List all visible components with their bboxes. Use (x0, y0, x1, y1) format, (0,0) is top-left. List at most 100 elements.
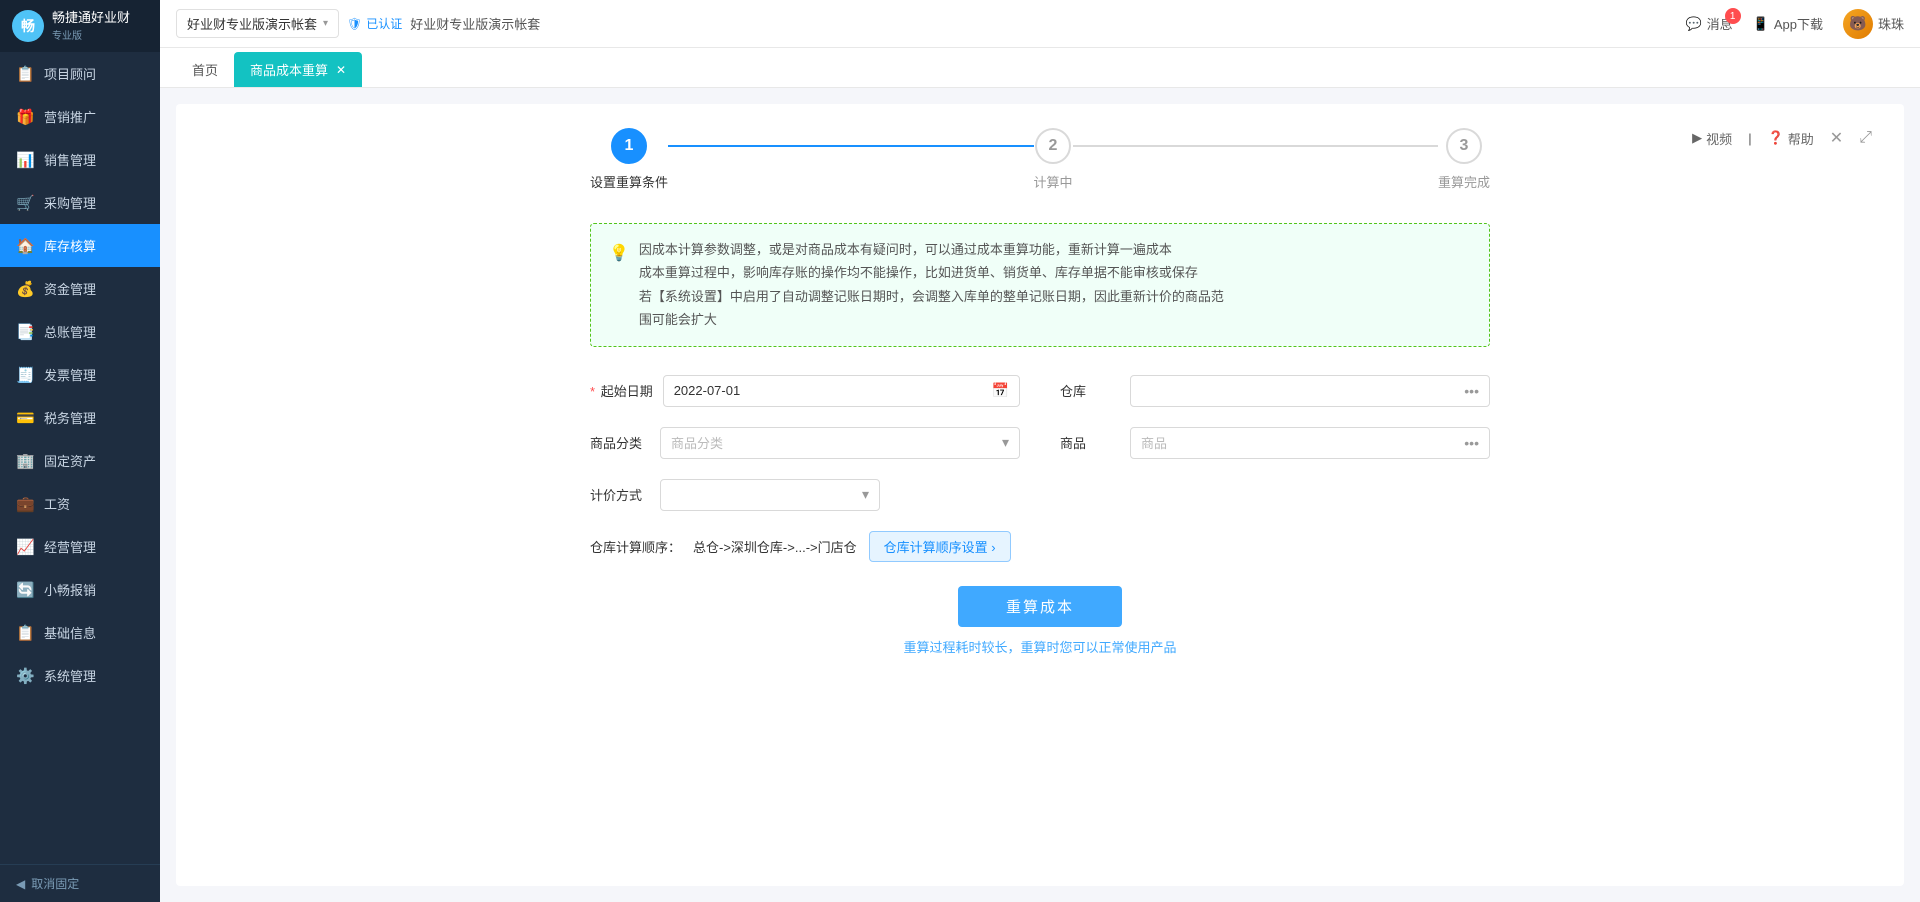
play-icon: ▶ (1692, 130, 1702, 146)
sidebar-item-sales[interactable]: 📊 销售管理 (0, 138, 160, 181)
tab-recalc[interactable]: 商品成本重算 ✕ (234, 52, 362, 87)
sidebar-item-label-system: 系统管理 (44, 666, 96, 685)
recalc-btn-label: 重算成本 (1006, 599, 1074, 616)
info-line-4: 围可能会扩大 (639, 308, 1224, 331)
expense-icon: 🔄 (16, 581, 34, 599)
warehouse-order-value: 总仓->深圳仓库->...->门店仓 (693, 537, 857, 556)
content-area: ▶ 视频 | ❓ 帮助 ✕ ⤢ 1 设置重算条件 2 (160, 88, 1920, 902)
form-row-2: 商品分类 商品分类 ▾ 商品 商品 ••• (590, 427, 1490, 459)
sidebar-item-expense[interactable]: 🔄 小畅报销 (0, 568, 160, 611)
sidebar-item-basic[interactable]: 📋 基础信息 (0, 611, 160, 654)
unpin-label: 取消固定 (31, 875, 79, 892)
pricing-row: 计价方式 ▾ (590, 479, 1490, 511)
sidebar-item-label-salary: 工资 (44, 494, 70, 513)
tax-icon: 💳 (16, 409, 34, 427)
finance-icon: 💰 (16, 280, 34, 298)
sidebar: 畅 畅捷通好业财 专业版 📋 项目顾问 🎁 营销推广 📊 销售管理 🛒 采购管理… (0, 0, 160, 902)
user-name: 珠珠 (1878, 14, 1904, 33)
info-icon: 💡 (609, 240, 629, 332)
warehouse-order-btn-label: 仓库计算顺序设置 › (884, 537, 996, 556)
tab-home[interactable]: 首页 (176, 52, 234, 87)
assets-icon: 🏢 (16, 452, 34, 470)
pricing-select[interactable]: ▾ (660, 479, 880, 511)
step-1-circle: 1 (611, 128, 647, 164)
goods-input[interactable]: 商品 ••• (1130, 427, 1490, 459)
sidebar-item-salary[interactable]: 💼 工资 (0, 482, 160, 525)
divider: | (1748, 131, 1751, 146)
category-select[interactable]: 商品分类 ▾ (660, 427, 1020, 459)
page-close-icon[interactable]: ✕ (1830, 128, 1843, 148)
step-2: 2 计算中 (1034, 128, 1073, 191)
sidebar-nav: 📋 项目顾问 🎁 营销推广 📊 销售管理 🛒 采购管理 🏠 库存核算 💰 资金管… (0, 52, 160, 864)
step-line-2 (1073, 145, 1438, 147)
app-download-action[interactable]: 📱 App下载 (1753, 14, 1823, 33)
sidebar-item-project[interactable]: 📋 项目顾问 (0, 52, 160, 95)
warehouse-field: 仓库 ••• (1060, 375, 1490, 407)
recalc-hint: 重算过程耗时较长，重算时您可以正常使用产品 (903, 637, 1176, 656)
sidebar-item-inventory[interactable]: 🏠 库存核算 (0, 224, 160, 267)
sidebar-item-system[interactable]: ⚙️ 系统管理 (0, 654, 160, 697)
page-top-actions: ▶ 视频 | ❓ 帮助 ✕ ⤢ (1692, 128, 1872, 148)
sidebar-item-invoice[interactable]: 🧾 发票管理 (0, 353, 160, 396)
start-date-field: * 起始日期 2022-07-01 📅 (590, 375, 1020, 407)
message-action[interactable]: 💬 消息 1 (1685, 14, 1732, 33)
category-field: 商品分类 商品分类 ▾ (590, 427, 1020, 459)
sidebar-item-label-invoice: 发票管理 (44, 365, 96, 384)
app-logo: 畅 (12, 10, 44, 42)
sidebar-item-label-basic: 基础信息 (44, 623, 96, 642)
tab-close-icon[interactable]: ✕ (336, 63, 346, 77)
step-2-circle: 2 (1035, 128, 1071, 164)
info-line-1: 因成本计算参数调整，或是对商品成本有疑问时，可以通过成本重算功能，重新计算一遍成… (639, 238, 1224, 261)
stepper: 1 设置重算条件 2 计算中 3 重算完成 (590, 128, 1490, 191)
sidebar-item-purchase[interactable]: 🛒 采购管理 (0, 181, 160, 224)
shield-icon: 🛡 (347, 17, 362, 31)
step-1-label: 设置重算条件 (590, 172, 668, 191)
info-content: 因成本计算参数调整，或是对商品成本有疑问时，可以通过成本重算功能，重新计算一遍成… (639, 238, 1224, 332)
verified-badge: 🛡 已认证 (347, 15, 402, 32)
page-expand-icon[interactable]: ⤢ (1859, 129, 1872, 147)
help-link[interactable]: ❓ 帮助 (1768, 129, 1814, 148)
goods-label: 商品 (1060, 433, 1120, 452)
category-chevron: ▾ (1002, 434, 1009, 451)
recalc-button[interactable]: 重算成本 (958, 586, 1122, 627)
step-3-label: 重算完成 (1438, 172, 1490, 191)
sidebar-item-label-project: 项目顾问 (44, 64, 96, 83)
pricing-chevron: ▾ (862, 486, 869, 503)
ledger-icon: 📑 (16, 323, 34, 341)
unpin-icon: ◀ (16, 877, 25, 891)
verified-company: 好业财专业版演示帐套 (410, 14, 540, 33)
warehouse-label: 仓库 (1060, 381, 1120, 400)
sidebar-item-tax[interactable]: 💳 税务管理 (0, 396, 160, 439)
page-container: ▶ 视频 | ❓ 帮助 ✕ ⤢ 1 设置重算条件 2 (176, 104, 1904, 886)
message-badge: 1 (1725, 8, 1741, 24)
sidebar-item-ledger[interactable]: 📑 总账管理 (0, 310, 160, 353)
app-edition: 专业版 (52, 27, 130, 42)
required-star: * (590, 384, 595, 399)
sidebar-footer[interactable]: ◀ 取消固定 (0, 864, 160, 902)
warehouse-input[interactable]: ••• (1130, 375, 1490, 407)
sidebar-item-assets[interactable]: 🏢 固定资产 (0, 439, 160, 482)
main: 好业财专业版演示帐套 ▾ 🛡 已认证 好业财专业版演示帐套 💬 消息 1 📱 A… (160, 0, 1920, 902)
sidebar-item-operations[interactable]: 📈 经营管理 (0, 525, 160, 568)
video-label: 视频 (1706, 129, 1732, 148)
category-placeholder: 商品分类 (671, 433, 723, 452)
step-3-circle: 3 (1446, 128, 1482, 164)
video-link[interactable]: ▶ 视频 (1692, 129, 1732, 148)
user-action[interactable]: 🐻 珠珠 (1843, 9, 1904, 39)
sidebar-item-finance[interactable]: 💰 资金管理 (0, 267, 160, 310)
marketing-icon: 🎁 (16, 108, 34, 126)
start-date-input[interactable]: 2022-07-01 📅 (663, 375, 1020, 407)
invoice-icon: 🧾 (16, 366, 34, 384)
app-title: 畅捷通好业财 (52, 10, 130, 27)
form-section: * 起始日期 2022-07-01 📅 仓库 ••• (590, 375, 1490, 656)
category-label: 商品分类 (590, 433, 650, 452)
step-1: 1 设置重算条件 (590, 128, 668, 191)
sidebar-item-label-purchase: 采购管理 (44, 193, 96, 212)
info-line-3: 若【系统设置】中启用了自动调整记账日期时，会调整入库单的整单记账日期，因此重新计… (639, 285, 1224, 308)
app-download-label: App下载 (1774, 14, 1823, 33)
warehouse-order-btn[interactable]: 仓库计算顺序设置 › (869, 531, 1011, 562)
sidebar-item-marketing[interactable]: 🎁 营销推广 (0, 95, 160, 138)
inventory-icon: 🏠 (16, 237, 34, 255)
company-select[interactable]: 好业财专业版演示帐套 ▾ (176, 9, 339, 38)
goods-placeholder: 商品 (1141, 433, 1167, 452)
